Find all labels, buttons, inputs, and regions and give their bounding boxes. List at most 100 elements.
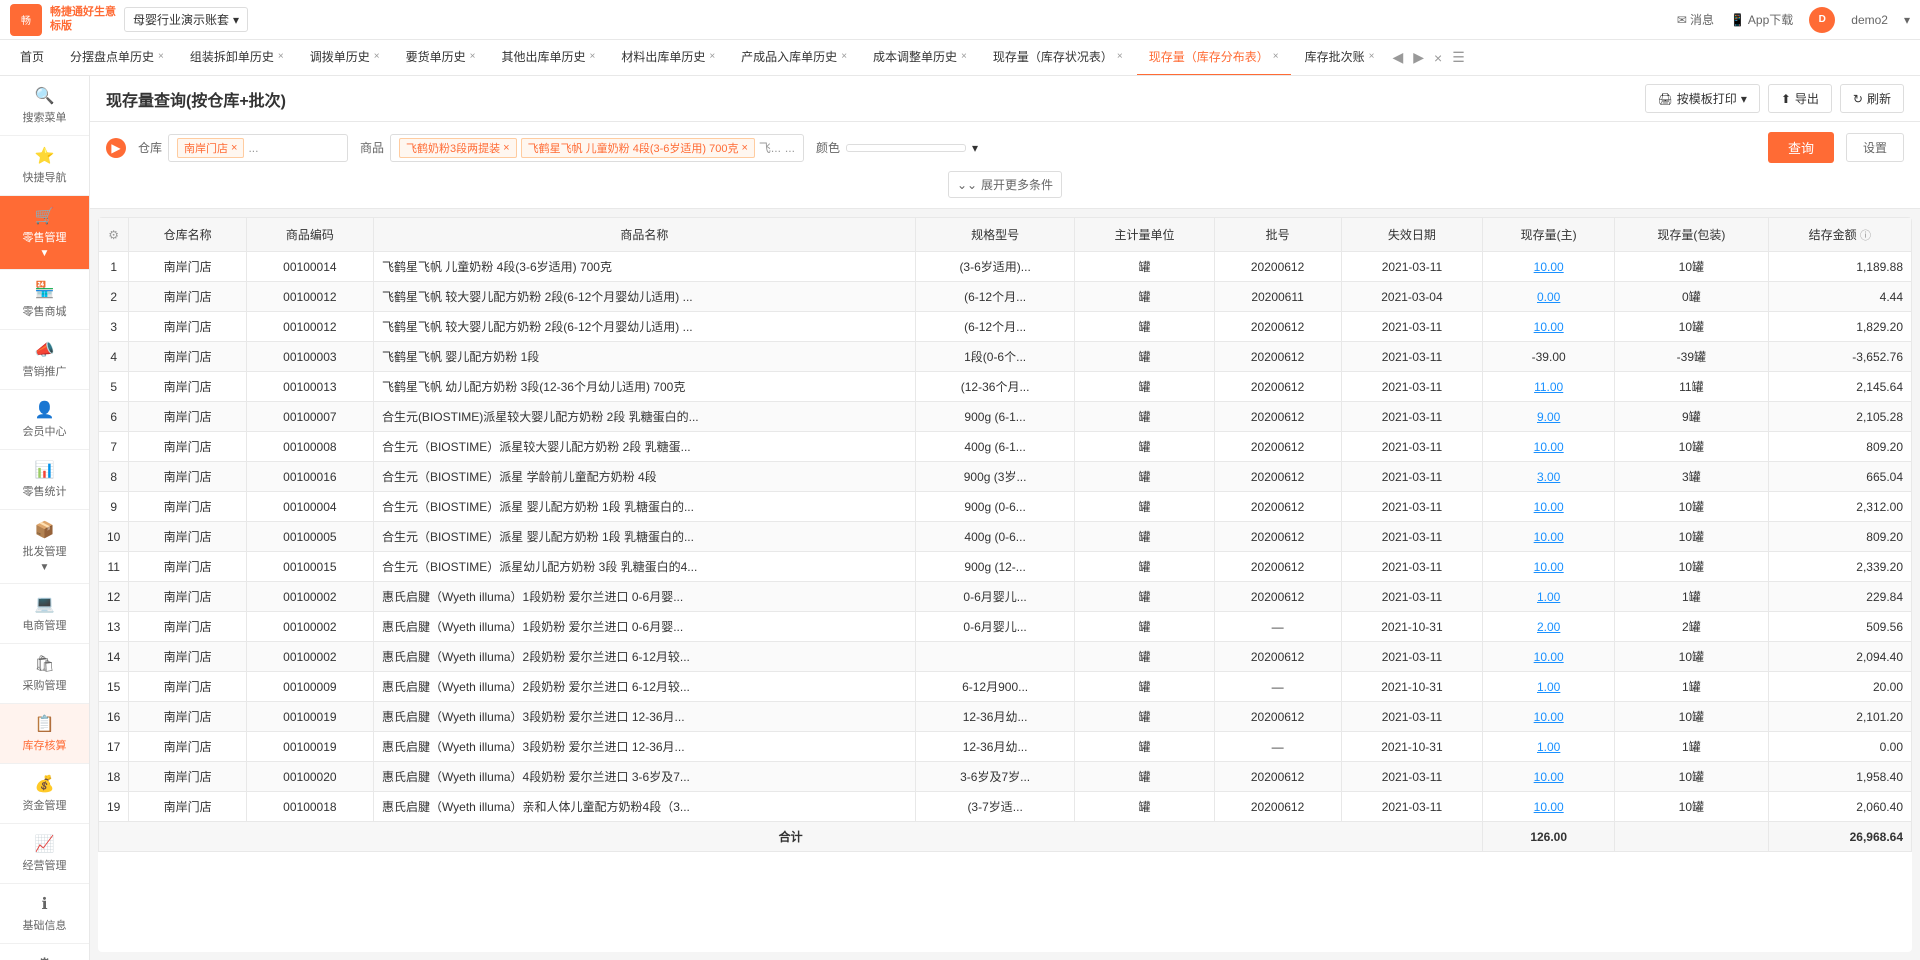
cell-name: 合生元（BIOSTIME）派星 婴儿配方奶粉 1段 乳糖蛋白的... [373,522,915,552]
close-tab-product-in[interactable]: × [841,51,847,62]
warehouse-tag-group[interactable]: 南岸门店 × ... [168,134,348,162]
tab-fenpan[interactable]: 分摆盘点单历史 × [58,40,176,76]
sidebar-label-marketing: 营销推广 [23,363,67,379]
nav-prev-arrow[interactable]: ◀ [1388,49,1407,66]
cell-qty-main[interactable]: 10.00 [1483,792,1615,822]
tab-material-out[interactable]: 材料出库单历史 × [609,40,727,76]
sidebar-item-wholesale[interactable]: 📦 批发管理 ▼ [0,510,89,584]
close-tab-stock-status[interactable]: × [1117,51,1123,62]
goods-tag-group[interactable]: 飞鹤奶粉3段两提装 × 飞鹤星飞帆 儿童奶粉 4段(3-6岁适用) 700克 ×… [390,134,804,162]
close-tab-other-out[interactable]: × [589,51,595,62]
print-template-btn[interactable]: 🖨 按模板打印 ▾ [1645,84,1760,113]
cell-name: 合生元（BIOSTIME）派星较大婴儿配方奶粉 2段 乳糖蛋... [373,432,915,462]
close-tab-material-out[interactable]: × [709,51,715,62]
cell-qty-main[interactable]: 1.00 [1483,582,1615,612]
cell-qty-main[interactable]: 2.00 [1483,612,1615,642]
nav-next-arrow[interactable]: ▶ [1409,49,1428,66]
close-tab-diaob[interactable]: × [374,51,380,62]
app-download-btn[interactable]: 📱 App下载 [1730,11,1793,28]
setting-btn[interactable]: 设置 [1846,133,1904,162]
sidebar-item-finance[interactable]: 💰 资金管理 [0,764,89,824]
cell-qty-main[interactable]: 3.00 [1483,462,1615,492]
footer-qty-main: 126.00 [1483,822,1615,852]
cell-no: 1 [99,252,129,282]
tab-other-out[interactable]: 其他出库单历史 × [489,40,607,76]
store-selector[interactable]: 母婴行业演示账套 ▾ [124,7,248,32]
sidebar-item-nav[interactable]: ⭐ 快捷导航 [0,136,89,196]
col-settings[interactable]: ⚙ [99,218,129,252]
cell-qty-main[interactable]: 10.00 [1483,252,1615,282]
warehouse-tag-nantan[interactable]: 南岸门店 × [177,138,244,158]
expand-more-row: ⌄⌄ 展开更多条件 [106,171,1904,198]
color-tag-group[interactable] [846,144,966,152]
warehouse-tag-close[interactable]: × [231,142,237,154]
message-btn[interactable]: ✉ 消息 [1677,11,1714,28]
close-tab-stock-batch[interactable]: × [1369,51,1375,62]
filter-area: ▶ 仓库 南岸门店 × ... 商品 [90,122,1920,209]
sidebar-item-basic[interactable]: ℹ 基础信息 [0,884,89,944]
tab-cost[interactable]: 成本调整单历史 × [861,40,979,76]
sidebar-item-member[interactable]: 👤 会员中心 [0,390,89,450]
table-header: ⚙ 仓库名称 商品编码 商品名称 规格型号 主计量单位 批号 失效日期 现存量(… [99,218,1912,252]
cell-qty-main[interactable]: 10.00 [1483,312,1615,342]
content-area: 现存量查询(按仓库+批次) 🖨 按模板打印 ▾ ⬆ 导出 ↻ 刷新 [90,76,1920,960]
cell-qty-main[interactable]: 10.00 [1483,642,1615,672]
cell-qty-main[interactable]: 10.00 [1483,762,1615,792]
color-dropdown-icon[interactable]: ▾ [972,141,978,155]
amount-info-icon[interactable]: ⓘ [1860,230,1871,242]
tab-yaoh[interactable]: 要货单历史 × [394,40,488,76]
refresh-btn[interactable]: ↻ 刷新 [1840,84,1904,113]
sidebar-item-search[interactable]: 🔍 搜索菜单 [0,76,89,136]
cell-unit: 罐 [1075,552,1214,582]
goods-tag-2-close[interactable]: × [741,142,747,154]
tab-stock-status[interactable]: 现存量（库存状况表） × [981,40,1135,76]
tab-home[interactable]: 首页 [8,40,56,76]
cell-qty-main[interactable]: 10.00 [1483,552,1615,582]
expand-more-btn[interactable]: ⌄⌄ 展开更多条件 [948,171,1062,198]
expand-filter-btn[interactable]: ▶ [106,138,126,158]
sidebar-item-marketing[interactable]: 📣 营销推广 [0,330,89,390]
sidebar-item-sys[interactable]: ⚙ 系统管理 [0,944,89,960]
cell-qty-pack: 0罐 [1615,282,1769,312]
sidebar-item-ecom[interactable]: 💻 电商管理 [0,584,89,644]
cell-qty-main[interactable]: 9.00 [1483,402,1615,432]
tab-stock-batch[interactable]: 库存批次账 × [1293,40,1387,76]
cell-name: 惠氏启腱（Wyeth illuma）3段奶粉 爱尔兰进口 12-36月... [373,702,915,732]
tab-zuzhuang[interactable]: 组装拆卸单历史 × [178,40,296,76]
tab-product-in[interactable]: 产成品入库单历史 × [729,40,859,76]
warehouse-tag-text: 南岸门店 [184,140,228,156]
user-avatar[interactable]: D [1809,7,1835,33]
cell-qty-main[interactable]: 10.00 [1483,432,1615,462]
sidebar-item-inventory[interactable]: 📋 库存核算 [0,704,89,764]
close-tab-cost[interactable]: × [961,51,967,62]
cell-qty-pack: 1罐 [1615,732,1769,762]
close-tab-fenpan[interactable]: × [158,51,164,62]
settings-icon[interactable]: ⚙ [108,228,119,242]
goods-tag-1-close[interactable]: × [503,142,509,154]
close-tab-stock-dist[interactable]: × [1273,51,1279,62]
sidebar-item-purchase[interactable]: 🛍 采购管理 [0,644,89,704]
cell-qty-main[interactable]: 11.00 [1483,372,1615,402]
export-btn[interactable]: ⬆ 导出 [1768,84,1832,113]
cell-qty-main[interactable]: 1.00 [1483,732,1615,762]
cell-qty-main[interactable]: 10.00 [1483,492,1615,522]
tab-stock-dist[interactable]: 现存量（库存分布表） × [1137,40,1291,76]
cell-qty-main[interactable]: 0.00 [1483,282,1615,312]
sidebar-item-biz[interactable]: 📈 经营管理 [0,824,89,884]
query-btn[interactable]: 查询 [1768,132,1834,163]
goods-tag-1[interactable]: 飞鹤奶粉3段两提装 × [399,138,517,158]
cell-unit: 罐 [1075,492,1214,522]
close-tab-zuzhuang[interactable]: × [278,51,284,62]
close-tab-yaoh[interactable]: × [470,51,476,62]
tab-diaob[interactable]: 调拨单历史 × [298,40,392,76]
nav-close-all[interactable]: × [1430,50,1446,66]
cell-qty-main[interactable]: 1.00 [1483,672,1615,702]
nav-menu-icon[interactable]: ☰ [1448,49,1469,66]
cell-qty-main[interactable]: 10.00 [1483,702,1615,732]
sidebar-item-retail-mgmt[interactable]: 🛒 零售管理 ▼ [0,196,89,270]
sidebar-item-retail-mall[interactable]: 🏪 零售商城 [0,270,89,330]
sidebar-item-retail-stats[interactable]: 📊 零售统计 [0,450,89,510]
goods-tag-2[interactable]: 飞鹤星飞帆 儿童奶粉 4段(3-6岁适用) 700克 × [521,138,755,158]
cell-qty-main[interactable]: -39.00 [1483,342,1615,372]
cell-qty-main[interactable]: 10.00 [1483,522,1615,552]
